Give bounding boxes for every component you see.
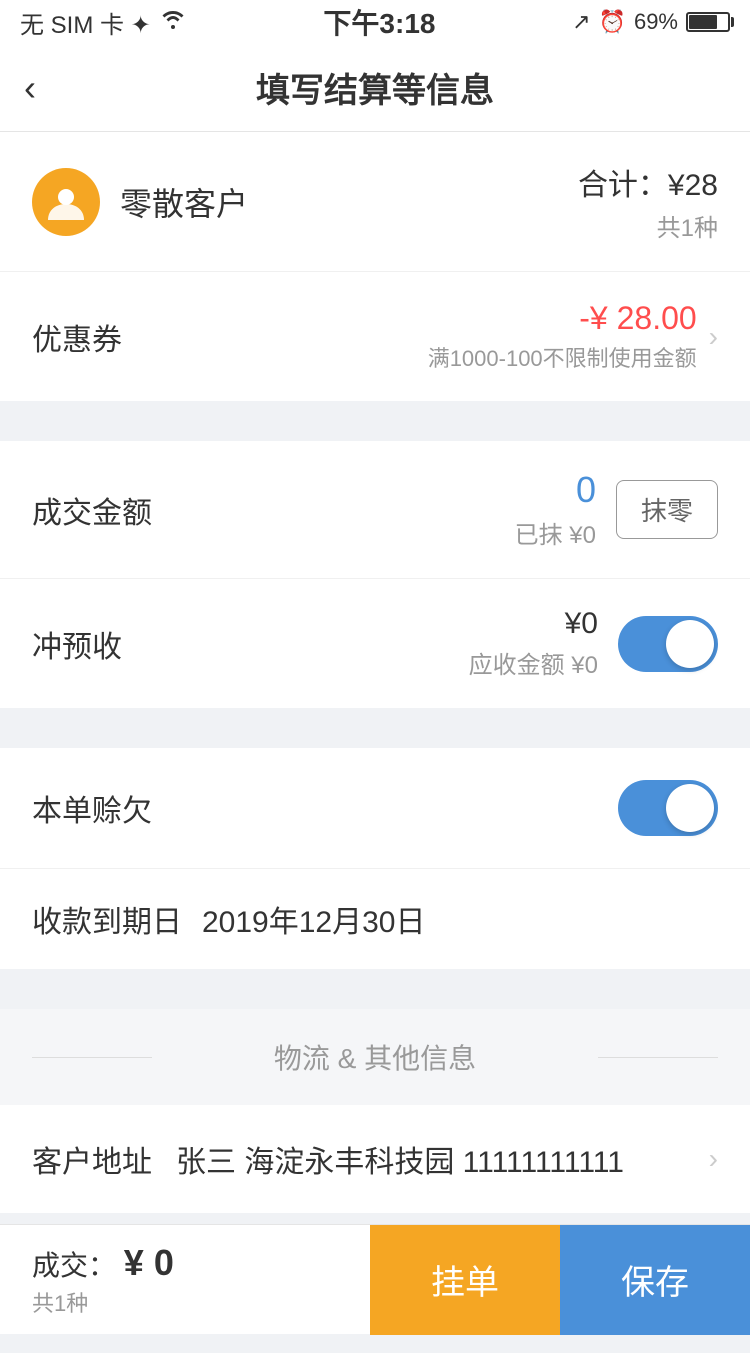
- advance-sub: 应收金额 ¥0: [469, 645, 598, 680]
- address-chevron-icon: ›: [709, 1143, 718, 1175]
- customer-section: 零散客户 合计：¥28 共1种 优惠券 -¥ 28.00 满1000-100不限…: [0, 132, 750, 401]
- transaction-sub: 已抹 ¥0: [515, 515, 596, 550]
- credit-toggle[interactable]: [618, 780, 718, 836]
- transaction-row: 成交金额 0 已抹 ¥0 抹零: [0, 441, 750, 579]
- bottom-summary-amount: ¥ 0: [124, 1242, 174, 1283]
- customer-left: 零散客户: [32, 168, 248, 236]
- separator-1: [0, 421, 750, 441]
- hang-button[interactable]: 挂单: [370, 1225, 560, 1335]
- location-icon: ↗: [572, 9, 590, 35]
- back-button[interactable]: ‹: [24, 67, 36, 109]
- coupon-right: -¥ 28.00 满1000-100不限制使用金额 ›: [428, 300, 718, 373]
- address-row[interactable]: 客户地址 张三 海淀永丰科技园 11111111111 ›: [0, 1105, 750, 1213]
- advance-amounts: ¥0 应收金额 ¥0: [469, 607, 598, 680]
- credit-section: 本单赊欠 收款到期日 2019年12月30日: [0, 748, 750, 969]
- bottom-summary-line1: 成交： ¥ 0: [32, 1242, 338, 1284]
- advance-row: 冲预收 ¥0 应收金额 ¥0: [0, 579, 750, 708]
- battery-icon: [686, 12, 730, 32]
- transaction-section: 成交金额 0 已抹 ¥0 抹零 冲预收 ¥0 应收金额 ¥0: [0, 441, 750, 708]
- status-right: ↗ ⏰ 69%: [572, 9, 730, 35]
- alarm-icon: ⏰: [599, 9, 626, 35]
- coupon-label: 优惠券: [32, 315, 122, 359]
- chevron-right-icon: ›: [709, 321, 718, 353]
- customer-name: 零散客户: [120, 179, 248, 225]
- advance-main: ¥0: [469, 607, 598, 641]
- battery-percent: 69%: [634, 9, 678, 35]
- transaction-right-col: 0 已抹 ¥0: [515, 469, 596, 550]
- status-bar: 无 SIM 卡 ✦ 下午3:18 ↗ ⏰ 69%: [0, 0, 750, 44]
- transaction-right: 0 已抹 ¥0 抹零: [515, 469, 718, 550]
- customer-total-info: 合计：¥28 共1种: [578, 160, 718, 243]
- customer-count: 共1种: [578, 208, 718, 243]
- customer-row: 零散客户 合计：¥28 共1种: [0, 132, 750, 271]
- separator-3: [0, 989, 750, 1009]
- sim-status: 无 SIM 卡 ✦: [20, 5, 151, 40]
- due-date-value: 2019年12月30日: [202, 897, 425, 941]
- coupon-desc: 满1000-100不限制使用金额: [428, 341, 697, 373]
- advance-label: 冲预收: [32, 622, 122, 666]
- logistics-section: 物流 & 其他信息 客户地址 张三 海淀永丰科技园 11111111111 ›: [0, 1009, 750, 1213]
- logistics-label: 物流 & 其他信息: [274, 1037, 476, 1077]
- bottom-bar: 成交： ¥ 0 共1种 挂单 保存: [0, 1224, 750, 1334]
- save-button[interactable]: 保存: [560, 1225, 750, 1335]
- wifi-icon: [159, 8, 187, 36]
- credit-row: 本单赊欠: [0, 748, 750, 868]
- transaction-label: 成交金额: [32, 488, 152, 532]
- address-label: 客户地址: [32, 1137, 152, 1181]
- coupon-info: -¥ 28.00 满1000-100不限制使用金额: [428, 300, 697, 373]
- status-time: 下午3:18: [323, 2, 435, 42]
- customer-total: 合计：¥28: [578, 160, 718, 204]
- credit-label: 本单赊欠: [32, 786, 152, 830]
- page-title: 填写结算等信息: [256, 63, 494, 112]
- separator-2: [0, 728, 750, 748]
- content-area: 零散客户 合计：¥28 共1种 优惠券 -¥ 28.00 满1000-100不限…: [0, 132, 750, 1353]
- logistics-header: 物流 & 其他信息: [0, 1009, 750, 1105]
- customer-avatar: [32, 168, 100, 236]
- nav-bar: ‹ 填写结算等信息: [0, 44, 750, 132]
- due-date-row: 收款到期日 2019年12月30日: [0, 868, 750, 969]
- advance-toggle[interactable]: [618, 616, 718, 672]
- transaction-value[interactable]: 0: [515, 469, 596, 511]
- bottom-summary: 成交： ¥ 0 共1种: [0, 1242, 370, 1318]
- coupon-discount: -¥ 28.00: [428, 300, 697, 337]
- bottom-summary-label: 成交：: [32, 1250, 116, 1281]
- status-left: 无 SIM 卡 ✦: [20, 5, 187, 40]
- due-date-label: 收款到期日: [32, 897, 182, 941]
- coupon-row[interactable]: 优惠券 -¥ 28.00 满1000-100不限制使用金额 ›: [0, 271, 750, 401]
- bottom-summary-count: 共1种: [32, 1286, 338, 1318]
- round-zero-button[interactable]: 抹零: [616, 480, 718, 539]
- address-value: 张三 海淀永丰科技园 11111111111: [176, 1137, 709, 1181]
